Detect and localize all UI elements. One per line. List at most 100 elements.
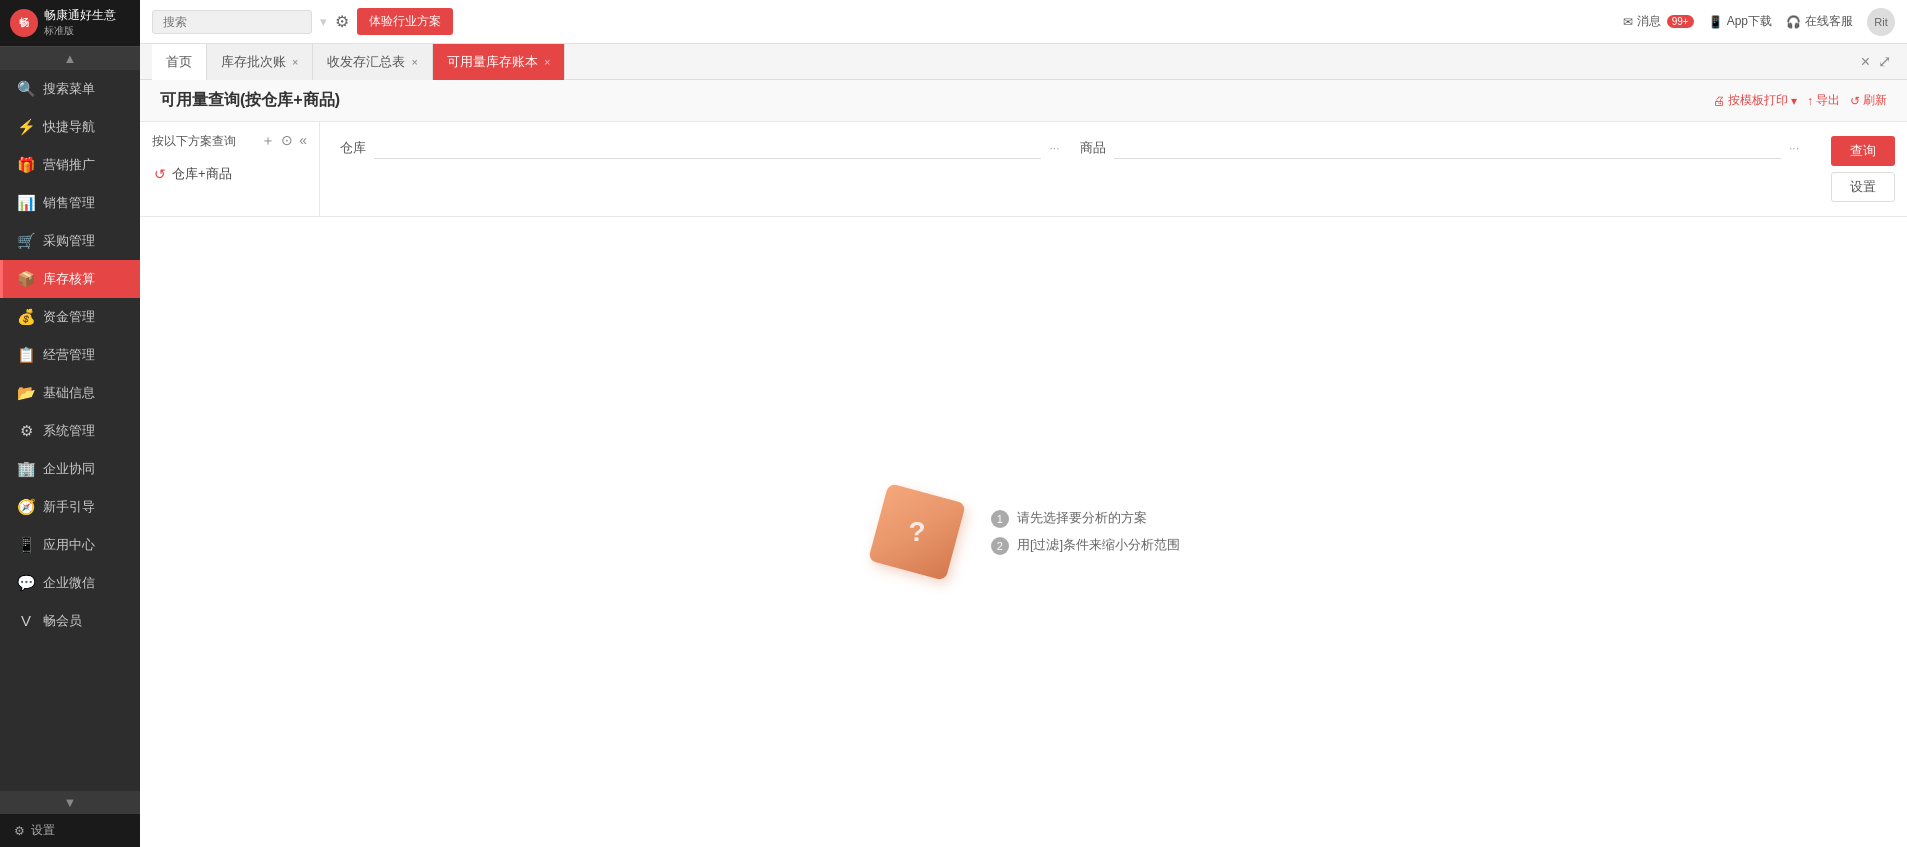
empty-tip-1: 1 请先选择要分析的方案: [991, 509, 1180, 528]
sidebar-icon-basic: 📂: [17, 384, 35, 402]
sidebar-item-inventory[interactable]: 📦 库存核算: [0, 260, 140, 298]
sidebar-item-finance[interactable]: 💰 资金管理: [0, 298, 140, 336]
sidebar-label-appcenter: 应用中心: [43, 536, 95, 554]
gear-icon[interactable]: ⚙: [335, 12, 349, 31]
refresh-button[interactable]: ↺ 刷新: [1850, 92, 1887, 109]
warehouse-more-button[interactable]: ···: [1049, 141, 1059, 155]
tab-available[interactable]: 可用量库存账本 ×: [433, 44, 565, 80]
sidebar-item-sales[interactable]: 📊 销售管理: [0, 184, 140, 222]
settings-button[interactable]: 设置: [1831, 172, 1895, 202]
app-download-button[interactable]: 📱 App下载: [1708, 13, 1772, 30]
service-label: 在线客服: [1805, 13, 1853, 30]
sidebar-footer[interactable]: ⚙ 设置: [0, 814, 140, 847]
sidebar-logo: 畅: [10, 9, 38, 37]
message-badge: 99+: [1667, 15, 1694, 28]
sidebar-label-sales: 销售管理: [43, 194, 95, 212]
sidebar-label-search: 搜索菜单: [43, 80, 95, 98]
sidebar-label-basic: 基础信息: [43, 384, 95, 402]
user-name: Rit: [1874, 16, 1887, 28]
scheme-item-warehouse-goods[interactable]: ↺ 仓库+商品: [140, 158, 319, 190]
sidebar-item-member[interactable]: V 畅会员: [0, 602, 140, 640]
goods-more-button[interactable]: ···: [1789, 141, 1799, 155]
tab-available-close[interactable]: ×: [544, 56, 550, 68]
sidebar-item-shortcut[interactable]: ⚡ 快捷导航: [0, 108, 140, 146]
print-chevron-icon: ▾: [1791, 94, 1797, 108]
empty-state: 1 请先选择要分析的方案 2 用[过滤]条件来缩小分析范围: [140, 217, 1907, 847]
sidebar-item-guide[interactable]: 🧭 新手引导: [0, 488, 140, 526]
sidebar-icon-purchase: 🛒: [17, 232, 35, 250]
tip-text-1: 请先选择要分析的方案: [1017, 509, 1147, 527]
sidebar-item-wechat[interactable]: 💬 企业微信: [0, 564, 140, 602]
tab-home[interactable]: 首页: [152, 44, 207, 80]
online-service-button[interactable]: 🎧 在线客服: [1786, 13, 1853, 30]
sidebar-items: 🔍 搜索菜单 ⚡ 快捷导航 🎁 营销推广 📊 销售管理 🛒 采购管理 📦 库存核…: [0, 70, 140, 791]
sidebar-label-finance: 资金管理: [43, 308, 95, 326]
page-content: 可用量查询(按仓库+商品) 🖨 按模板打印 ▾ ↑ 导出 ↺ 刷新: [140, 80, 1907, 847]
sidebar-label-wechat: 企业微信: [43, 574, 95, 592]
filter-panel: 仓库 ··· 商品 ···: [320, 122, 1819, 216]
logo-text: 畅: [19, 16, 29, 30]
tab-batch[interactable]: 库存批次账 ×: [207, 44, 313, 80]
export-button[interactable]: ↑ 导出: [1807, 92, 1840, 109]
sidebar-item-operation[interactable]: 📋 经营管理: [0, 336, 140, 374]
tab-summary[interactable]: 收发存汇总表 ×: [313, 44, 432, 80]
sidebar-icon-shortcut: ⚡: [17, 118, 35, 136]
message-button[interactable]: ✉ 消息 99+: [1623, 13, 1694, 30]
settings-icon: ⚙: [14, 824, 25, 838]
query-button[interactable]: 查询: [1831, 136, 1895, 166]
scheme-item-icon: ↺: [154, 166, 166, 182]
sidebar-item-purchase[interactable]: 🛒 采购管理: [0, 222, 140, 260]
goods-filter-input[interactable]: [1114, 136, 1781, 159]
tab-home-label: 首页: [166, 53, 192, 71]
sidebar-icon-operation: 📋: [17, 346, 35, 364]
page-header: 可用量查询(按仓库+商品) 🖨 按模板打印 ▾ ↑ 导出 ↺ 刷新: [140, 80, 1907, 122]
message-label: 消息: [1637, 13, 1661, 30]
scheme-panel-icons: ＋ ⊙ «: [261, 132, 307, 150]
filter-warehouse-group: 仓库 ···: [340, 136, 1060, 159]
sidebar-icon-appcenter: 📱: [17, 536, 35, 554]
tabbar-expand-button[interactable]: ⤢: [1874, 52, 1895, 71]
add-scheme-icon[interactable]: ＋: [261, 132, 275, 150]
action-panel: 查询 设置: [1819, 122, 1907, 216]
sidebar-icon-inventory: 📦: [17, 270, 35, 288]
query-section: 按以下方案查询 ＋ ⊙ « ↺ 仓库+商品 仓库 ···: [140, 122, 1907, 217]
avatar[interactable]: Rit: [1867, 8, 1895, 36]
empty-box: [868, 483, 966, 581]
refresh-label: 刷新: [1863, 92, 1887, 109]
tabbar-close-button[interactable]: ×: [1857, 53, 1874, 71]
sidebar-header: 畅 畅康通好生意 标准版: [0, 0, 140, 47]
empty-tip-2: 2 用[过滤]条件来缩小分析范围: [991, 536, 1180, 555]
tab-batch-close[interactable]: ×: [292, 56, 298, 68]
sidebar-item-basic[interactable]: 📂 基础信息: [0, 374, 140, 412]
sidebar-item-system[interactable]: ⚙ 系统管理: [0, 412, 140, 450]
tip-text-2: 用[过滤]条件来缩小分析范围: [1017, 536, 1180, 554]
sidebar-title: 畅康通好生意: [44, 8, 116, 24]
sidebar-label-system: 系统管理: [43, 422, 95, 440]
message-icon: ✉: [1623, 15, 1633, 29]
print-template-button[interactable]: 🖨 按模板打印 ▾: [1713, 92, 1797, 109]
print-label: 按模板打印: [1728, 92, 1788, 109]
empty-illustration: [867, 482, 967, 582]
sidebar-label-purchase: 采购管理: [43, 232, 95, 250]
tip-num-1: 1: [991, 510, 1009, 528]
sidebar-icon-search: 🔍: [17, 80, 35, 98]
sidebar-icon-sales: 📊: [17, 194, 35, 212]
phone-icon: 📱: [1708, 15, 1723, 29]
search-input[interactable]: [152, 10, 312, 34]
sidebar-label-guide: 新手引导: [43, 498, 95, 516]
page-header-actions: 🖨 按模板打印 ▾ ↑ 导出 ↺ 刷新: [1713, 92, 1887, 109]
sidebar-item-search[interactable]: 🔍 搜索菜单: [0, 70, 140, 108]
collapse-scheme-icon[interactable]: «: [299, 132, 307, 150]
sidebar-scroll-up[interactable]: ▲: [0, 47, 140, 70]
sidebar-scroll-down[interactable]: ▼: [0, 791, 140, 814]
warehouse-filter-input[interactable]: [374, 136, 1041, 159]
sidebar-item-enterprise[interactable]: 🏢 企业协同: [0, 450, 140, 488]
sidebar-item-marketing[interactable]: 🎁 营销推广: [0, 146, 140, 184]
goods-filter-label: 商品: [1080, 139, 1106, 157]
print-icon: 🖨: [1713, 94, 1725, 108]
scheme-panel-title: 按以下方案查询: [152, 133, 236, 150]
sidebar-item-appcenter[interactable]: 📱 应用中心: [0, 526, 140, 564]
industry-solution-button[interactable]: 体验行业方案: [357, 8, 453, 35]
settings-scheme-icon[interactable]: ⊙: [281, 132, 293, 150]
tab-summary-close[interactable]: ×: [411, 56, 417, 68]
